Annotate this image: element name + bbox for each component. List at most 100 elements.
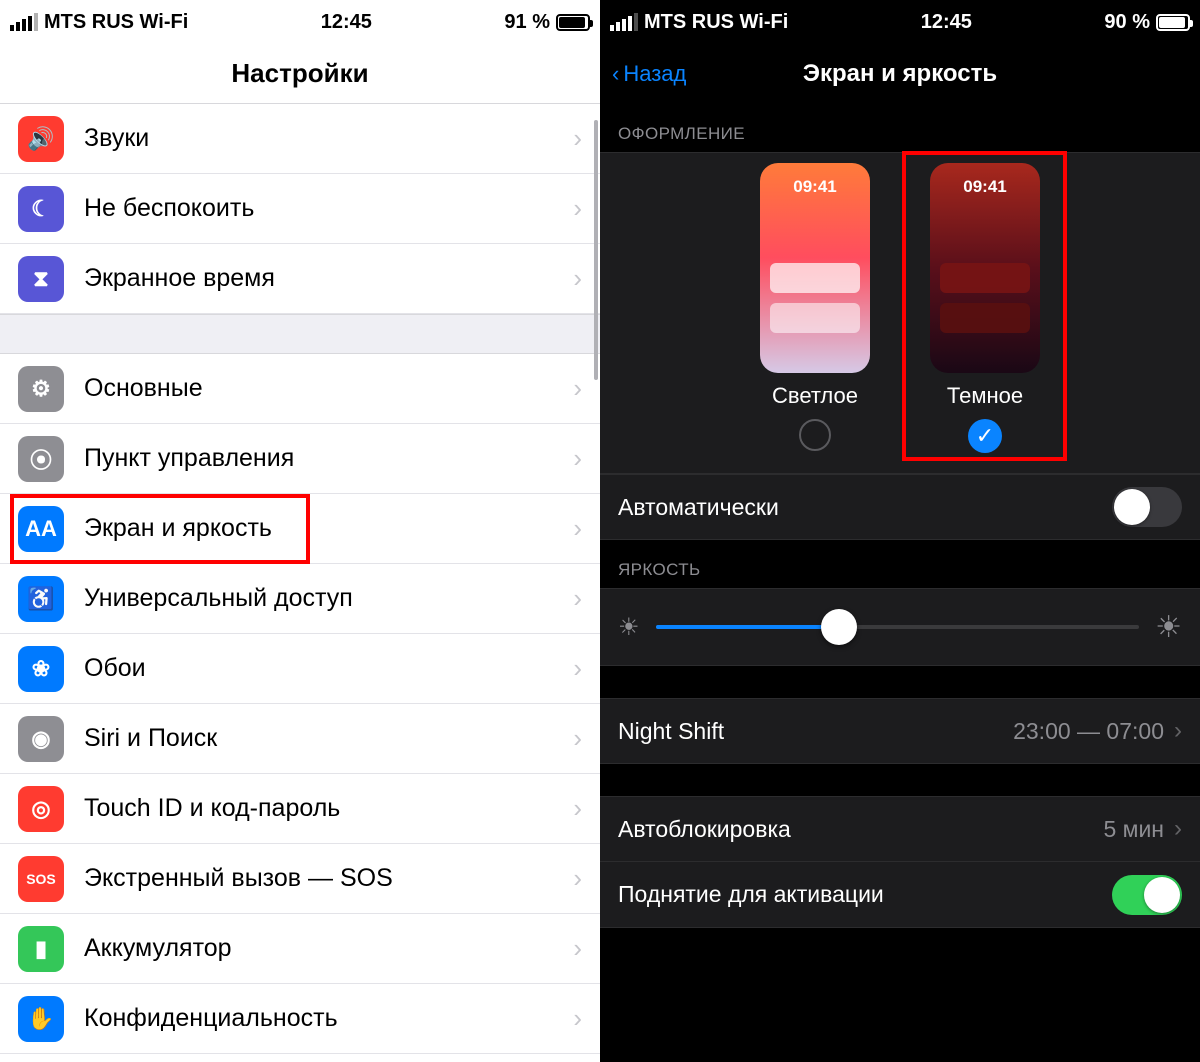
page-title: Настройки — [231, 58, 368, 89]
carrier-label: MTS RUS Wi-Fi — [644, 11, 788, 34]
row-icon: ⧗ — [18, 256, 64, 302]
autolock-row[interactable]: Автоблокировка 5 мин › — [600, 796, 1200, 862]
settings-row[interactable]: ⚙ Основные › — [0, 354, 600, 424]
settings-row[interactable]: ❀Обои› — [0, 634, 600, 704]
section-header-appearance: ОФОРМЛЕНИЕ — [600, 104, 1200, 152]
row-label: Аккумулятор — [84, 934, 232, 963]
night-shift-value: 23:00 — 07:00 — [1013, 718, 1164, 745]
settings-row[interactable]: 🔊Звуки› — [0, 104, 600, 174]
chevron-right-icon: › — [573, 583, 582, 614]
status-bar: MTS RUS Wi-Fi 12:45 90 % — [600, 0, 1200, 44]
chevron-right-icon: › — [573, 653, 582, 684]
row-label: Пункт управления — [84, 444, 294, 473]
chevron-right-icon: › — [573, 373, 582, 404]
appearance-selector: 09:41 Светлое 09:41 Темное ✓ — [600, 152, 1200, 474]
row-icon: ⚙ — [18, 366, 64, 412]
row-label: Конфиденциальность — [84, 1004, 338, 1033]
clock-label: 12:45 — [921, 11, 972, 34]
row-label: Основные — [84, 374, 203, 403]
checkmark-icon: ✓ — [968, 419, 1002, 453]
row-icon: ♿ — [18, 576, 64, 622]
dark-display-screen: MTS RUS Wi-Fi 12:45 90 % ‹ Назад Экран и… — [600, 0, 1200, 1062]
brightness-slider[interactable] — [656, 609, 1140, 645]
carrier-label: MTS RUS Wi-Fi — [44, 11, 188, 34]
chevron-right-icon: › — [573, 793, 582, 824]
page-title: Экран и яркость — [600, 60, 1200, 88]
chevron-right-icon: › — [573, 933, 582, 964]
chevron-right-icon: › — [573, 1003, 582, 1034]
automatic-switch[interactable] — [1112, 487, 1182, 527]
automatic-row[interactable]: Автоматически — [600, 474, 1200, 540]
night-shift-row[interactable]: Night Shift 23:00 — 07:00 › — [600, 698, 1200, 764]
row-label: Обои — [84, 654, 146, 683]
signal-icon — [610, 13, 638, 31]
settings-row[interactable]: ⦿ Пункт управления › — [0, 424, 600, 494]
row-icon: ☾ — [18, 186, 64, 232]
chevron-right-icon: › — [573, 513, 582, 544]
light-settings-screen: MTS RUS Wi-Fi 12:45 91 % Настройки 🔊 Звук… — [0, 0, 600, 1062]
chevron-right-icon: › — [573, 863, 582, 894]
chevron-right-icon: › — [573, 193, 582, 224]
group-separator — [0, 314, 600, 354]
row-icon: 🔊 — [18, 116, 64, 162]
row-icon: ◎ — [18, 786, 64, 832]
row-icon: ✋ — [18, 996, 64, 1042]
autolock-label: Автоблокировка — [618, 816, 791, 843]
night-shift-label: Night Shift — [618, 718, 724, 745]
settings-row[interactable]: ☾ Не беспокоить › — [0, 174, 600, 244]
thumb-time-label: 09:41 — [930, 177, 1040, 197]
row-label: Siri и Поиск — [84, 724, 217, 753]
dark-label: Темное — [947, 383, 1023, 409]
sun-small-icon: ☀︎ — [618, 613, 640, 642]
row-label: Звуки — [84, 124, 149, 153]
section-header-brightness: ЯРКОСТЬ — [600, 540, 1200, 588]
settings-row[interactable]: SOS Экстренный вызов — SOS › — [0, 844, 600, 914]
row-label: Универсальный доступ — [84, 584, 353, 613]
settings-list[interactable]: 🔊 Звуки › ☾ Не беспокоить › ⧗ Экранное время › ⚙ О… — [0, 104, 600, 1054]
settings-row[interactable]: ♿ Универсальный доступ › — [0, 564, 600, 634]
settings-row[interactable]: ◉ Siri и Поиск › — [0, 704, 600, 774]
row-icon: ▮ — [18, 926, 64, 972]
raise-to-wake-label: Поднятие для активации — [618, 881, 884, 908]
dark-thumb: 09:41 — [930, 163, 1040, 373]
row-label: Не беспокоить — [84, 194, 254, 223]
settings-row[interactable]: AA Экран и яркость › — [0, 494, 600, 564]
row-icon: AA — [18, 506, 64, 552]
chevron-right-icon: › — [573, 723, 582, 754]
nav-bar: Настройки — [0, 44, 600, 104]
raise-to-wake-switch[interactable] — [1112, 875, 1182, 915]
raise-to-wake-row[interactable]: Поднятие для активации — [600, 862, 1200, 928]
light-label: Светлое — [772, 383, 858, 409]
settings-row[interactable]: ✋ Конфиденциальность › — [0, 984, 600, 1054]
battery-pct-label: 91 % — [504, 11, 550, 34]
chevron-right-icon: › — [573, 263, 582, 294]
battery-icon — [1156, 14, 1190, 31]
row-label: Экстренный вызов — SOS — [84, 864, 393, 893]
status-bar: MTS RUS Wi-Fi 12:45 91 % — [0, 0, 600, 44]
settings-row[interactable]: ▮ Аккумулятор › — [0, 914, 600, 984]
sun-large-icon: ☀︎ — [1155, 610, 1182, 645]
scrollbar-indicator — [594, 120, 598, 380]
settings-row[interactable]: ⧗ Экранное время › — [0, 244, 600, 314]
autolock-value: 5 мин — [1103, 816, 1164, 843]
row-icon: ⦿ — [18, 436, 64, 482]
row-icon: ◉ — [18, 716, 64, 762]
appearance-dark-option[interactable]: 09:41 Темное ✓ — [930, 163, 1040, 453]
thumb-time-label: 09:41 — [760, 177, 870, 197]
appearance-light-option[interactable]: 09:41 Светлое — [760, 163, 870, 453]
row-label: Экран и яркость — [84, 514, 272, 543]
light-thumb: 09:41 — [760, 163, 870, 373]
row-icon: SOS — [18, 856, 64, 902]
row-label: Экранное время — [84, 264, 275, 293]
nav-bar: ‹ Назад Экран и яркость — [600, 44, 1200, 104]
chevron-right-icon: › — [1174, 717, 1182, 745]
battery-pct-label: 90 % — [1104, 11, 1150, 34]
clock-label: 12:45 — [321, 11, 372, 34]
settings-row[interactable]: ◎Touch ID и код-пароль› — [0, 774, 600, 844]
chevron-right-icon: › — [573, 443, 582, 474]
automatic-label: Автоматически — [618, 494, 779, 521]
signal-icon — [10, 13, 38, 31]
chevron-right-icon: › — [1174, 815, 1182, 843]
battery-icon — [556, 14, 590, 31]
unchecked-icon — [799, 419, 831, 451]
